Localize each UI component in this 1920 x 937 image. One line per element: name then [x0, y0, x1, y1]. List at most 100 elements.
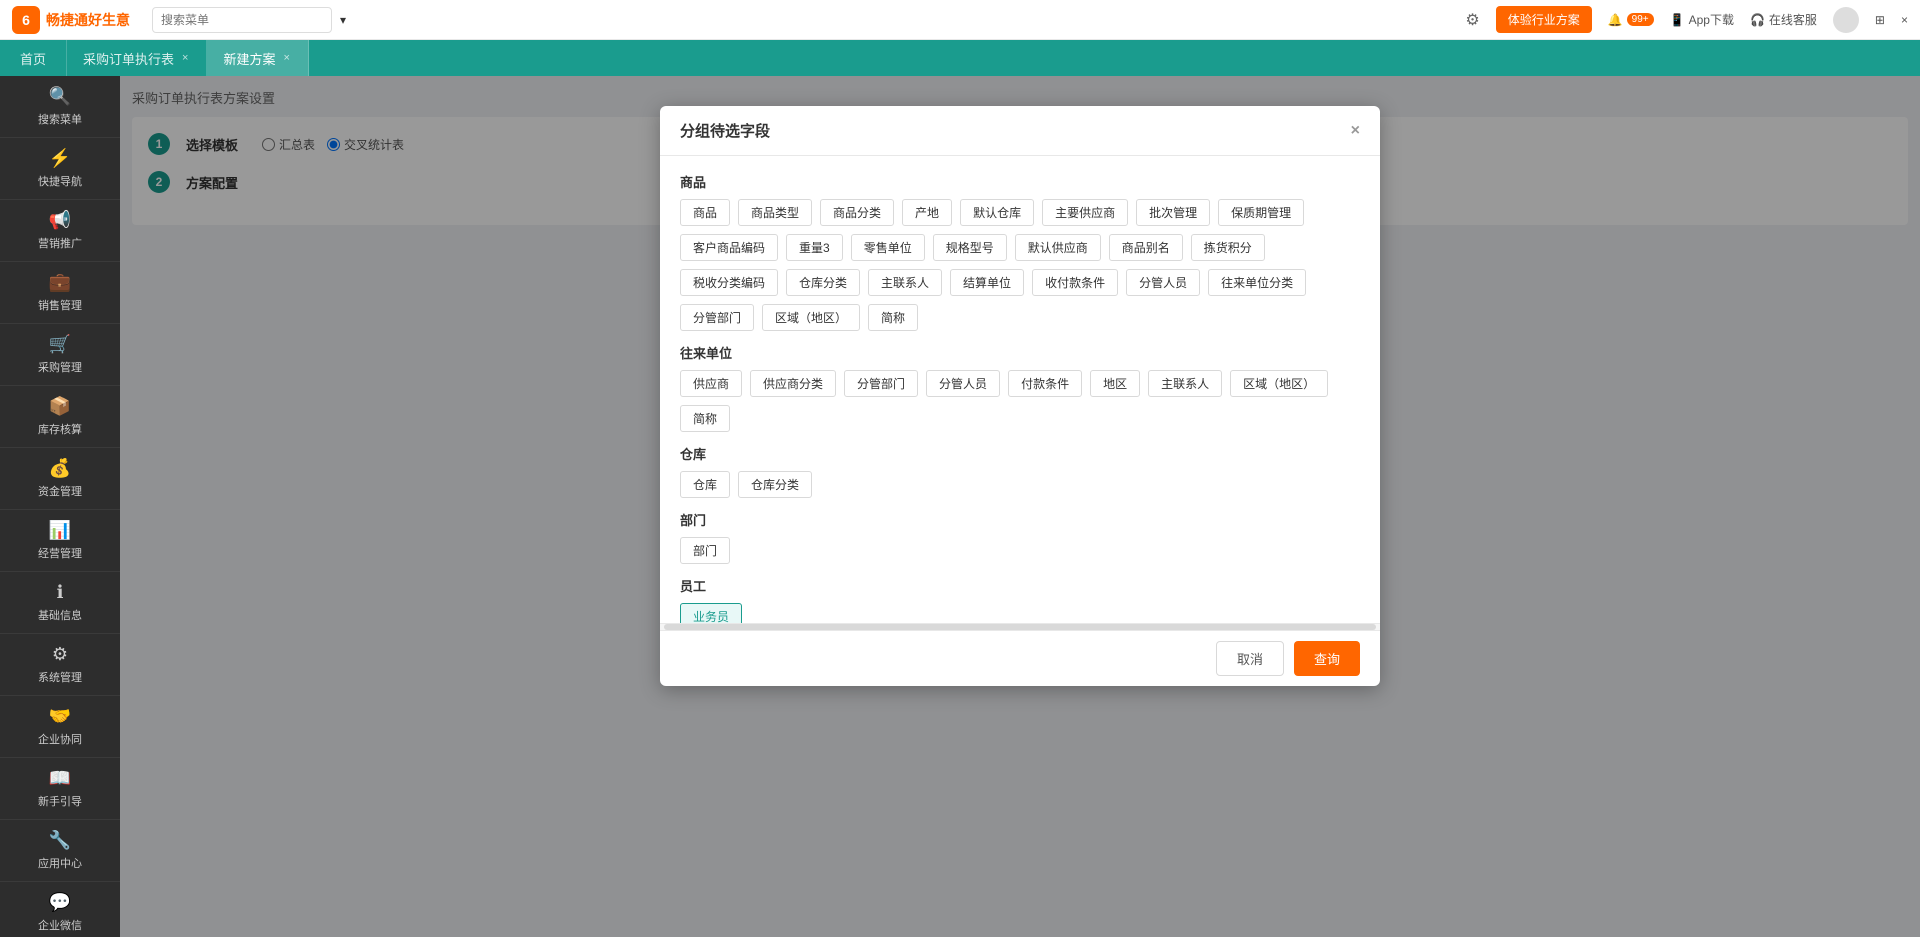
field-tag-goods-11[interactable]: 规格型号 [933, 234, 1007, 261]
online-support-item[interactable]: 🎧 在线客服 [1750, 11, 1817, 28]
field-tag-partner-8[interactable]: 简称 [680, 405, 730, 432]
field-tags-goods: 商品 商品类型 商品分类 产地 默认仓库 主要供应商 批次管理 保质期管理 客户… [680, 199, 1360, 331]
field-tag-partner-1[interactable]: 供应商分类 [750, 370, 836, 397]
app-download-icon: 📱 [1670, 13, 1685, 27]
tab-new-plan-label: 新建方案 [223, 49, 275, 68]
field-tag-goods-18[interactable]: 结算单位 [950, 269, 1024, 296]
tab-home[interactable]: 首页 [0, 40, 67, 76]
sidebar-item-collab[interactable]: 🤝 企业协同 [0, 696, 120, 758]
sidebar-item-sales[interactable]: 💼 销售管理 [0, 262, 120, 324]
notification-area[interactable]: 🔔 99+ [1608, 13, 1654, 27]
top-right-area: ⚙ 体验行业方案 🔔 99+ 📱 App下载 🎧 在线客服 ⊞ × [1465, 6, 1908, 33]
field-tag-partner-3[interactable]: 分管人员 [926, 370, 1000, 397]
settings-icon[interactable]: ⚙ [1465, 10, 1479, 30]
field-tag-goods-5[interactable]: 主要供应商 [1042, 199, 1128, 226]
field-tag-goods-15[interactable]: 税收分类编码 [680, 269, 778, 296]
field-tag-goods-20[interactable]: 分管人员 [1126, 269, 1200, 296]
field-tag-partner-2[interactable]: 分管部门 [844, 370, 918, 397]
field-tag-goods-7[interactable]: 保质期管理 [1218, 199, 1304, 226]
sidebar-item-operations[interactable]: 📊 经营管理 [0, 510, 120, 572]
modal-close-button[interactable]: × [1351, 122, 1360, 140]
trial-button[interactable]: 体验行业方案 [1496, 6, 1592, 33]
confirm-button[interactable]: 查询 [1294, 641, 1360, 676]
field-tag-partner-4[interactable]: 付款条件 [1008, 370, 1082, 397]
cancel-button[interactable]: 取消 [1216, 641, 1284, 676]
field-tag-goods-12[interactable]: 默认供应商 [1015, 234, 1101, 261]
sidebar-item-basicinfo-label: 基础信息 [38, 607, 82, 623]
field-tag-goods-2[interactable]: 商品分类 [820, 199, 894, 226]
search-input[interactable] [152, 7, 332, 33]
inventory-icon: 📦 [49, 396, 71, 417]
field-tag-goods-3[interactable]: 产地 [902, 199, 952, 226]
close-icon[interactable]: × [1901, 13, 1908, 27]
field-tag-warehouse-0[interactable]: 仓库 [680, 471, 730, 498]
section-title-dept: 部门 [680, 510, 1360, 529]
sidebar-item-wechat-label: 企业微信 [38, 917, 82, 933]
modal-body: 商品 商品 商品类型 商品分类 产地 默认仓库 主要供应商 批次管理 保质期管理… [660, 156, 1380, 623]
field-tag-goods-13[interactable]: 商品别名 [1109, 234, 1183, 261]
sidebar-item-system[interactable]: ⚙ 系统管理 [0, 634, 120, 696]
sidebar-item-basicinfo[interactable]: ℹ 基础信息 [0, 572, 120, 634]
section-title-warehouse: 仓库 [680, 444, 1360, 463]
field-tag-goods-1[interactable]: 商品类型 [738, 199, 812, 226]
field-tag-goods-8[interactable]: 客户商品编码 [680, 234, 778, 261]
tab-new-plan-close[interactable]: × [281, 50, 291, 66]
sidebar-item-finance[interactable]: 💰 资金管理 [0, 448, 120, 510]
top-bar: 6 畅捷通好生意 ▾ ⚙ 体验行业方案 🔔 99+ 📱 App下载 🎧 在线客服… [0, 0, 1920, 40]
field-tag-dept-0[interactable]: 部门 [680, 537, 730, 564]
field-tag-goods-16[interactable]: 仓库分类 [786, 269, 860, 296]
tab-new-plan[interactable]: 新建方案 × [207, 40, 308, 76]
field-select-modal: 分组待选字段 × 商品 商品 商品类型 商品分类 产地 默认仓库 主要供应商 批… [660, 106, 1380, 686]
top-search: ▾ [152, 7, 452, 33]
sidebar-item-wechat[interactable]: 💬 企业微信 [0, 882, 120, 937]
search-menu-btn[interactable]: ▾ [340, 13, 346, 27]
field-tag-goods-9[interactable]: 重量3 [786, 234, 843, 261]
field-tag-goods-14[interactable]: 拣货积分 [1191, 234, 1265, 261]
sidebar-item-inventory[interactable]: 📦 库存核算 [0, 386, 120, 448]
field-tag-partner-7[interactable]: 区域（地区） [1230, 370, 1328, 397]
field-tag-goods-21[interactable]: 往来单位分类 [1208, 269, 1306, 296]
collab-icon: 🤝 [49, 706, 71, 727]
purchase-icon: 🛒 [49, 334, 71, 355]
sidebar-item-finance-label: 资金管理 [38, 483, 82, 499]
modal-horizontal-scrollbar[interactable] [660, 623, 1380, 630]
sidebar-item-appcenter[interactable]: 🔧 应用中心 [0, 820, 120, 882]
sidebar-item-search[interactable]: 🔍 搜索菜单 [0, 76, 120, 138]
logo-area: 6 畅捷通好生意 [12, 6, 132, 34]
field-tag-goods-24[interactable]: 简称 [868, 304, 918, 331]
field-tag-partner-0[interactable]: 供应商 [680, 370, 742, 397]
field-tag-warehouse-1[interactable]: 仓库分类 [738, 471, 812, 498]
field-tag-partner-5[interactable]: 地区 [1090, 370, 1140, 397]
sidebar-item-purchase[interactable]: 🛒 采购管理 [0, 324, 120, 386]
logo-text: 畅捷通好生意 [46, 10, 130, 30]
tab-bar: 首页 采购订单执行表 × 新建方案 × [0, 40, 1920, 76]
wechat-icon: 💬 [49, 892, 71, 913]
tab-purchase-exec[interactable]: 采购订单执行表 × [67, 40, 207, 76]
expand-icon[interactable]: ⊞ [1875, 13, 1885, 27]
sidebar-item-marketing[interactable]: 📢 营销推广 [0, 200, 120, 262]
sidebar-item-guide[interactable]: 📖 新手引导 [0, 758, 120, 820]
sidebar-item-quicknav[interactable]: ⚡ 快捷导航 [0, 138, 120, 200]
quicknav-icon: ⚡ [49, 148, 71, 169]
field-tag-staff-0[interactable]: 业务员 [680, 603, 742, 623]
field-tag-goods-22[interactable]: 分管部门 [680, 304, 754, 331]
field-tag-goods-6[interactable]: 批次管理 [1136, 199, 1210, 226]
field-tag-goods-0[interactable]: 商品 [680, 199, 730, 226]
field-tag-goods-17[interactable]: 主联系人 [868, 269, 942, 296]
app-download-item[interactable]: 📱 App下载 [1670, 11, 1734, 28]
avatar[interactable] [1833, 7, 1859, 33]
guide-icon: 📖 [49, 768, 71, 789]
appcenter-icon: 🔧 [49, 830, 71, 851]
field-tag-goods-23[interactable]: 区域（地区） [762, 304, 860, 331]
field-tag-partner-6[interactable]: 主联系人 [1148, 370, 1222, 397]
field-tags-warehouse: 仓库 仓库分类 [680, 471, 1360, 498]
sidebar-item-sales-label: 销售管理 [38, 297, 82, 313]
field-tag-goods-4[interactable]: 默认仓库 [960, 199, 1034, 226]
field-tags-dept: 部门 [680, 537, 1360, 564]
field-tag-goods-10[interactable]: 零售单位 [851, 234, 925, 261]
field-tags-partner: 供应商 供应商分类 分管部门 分管人员 付款条件 地区 主联系人 区域（地区） … [680, 370, 1360, 432]
sales-icon: 💼 [49, 272, 71, 293]
sidebar-item-collab-label: 企业协同 [38, 731, 82, 747]
field-tag-goods-19[interactable]: 收付款条件 [1032, 269, 1118, 296]
tab-purchase-exec-close[interactable]: × [180, 50, 190, 66]
